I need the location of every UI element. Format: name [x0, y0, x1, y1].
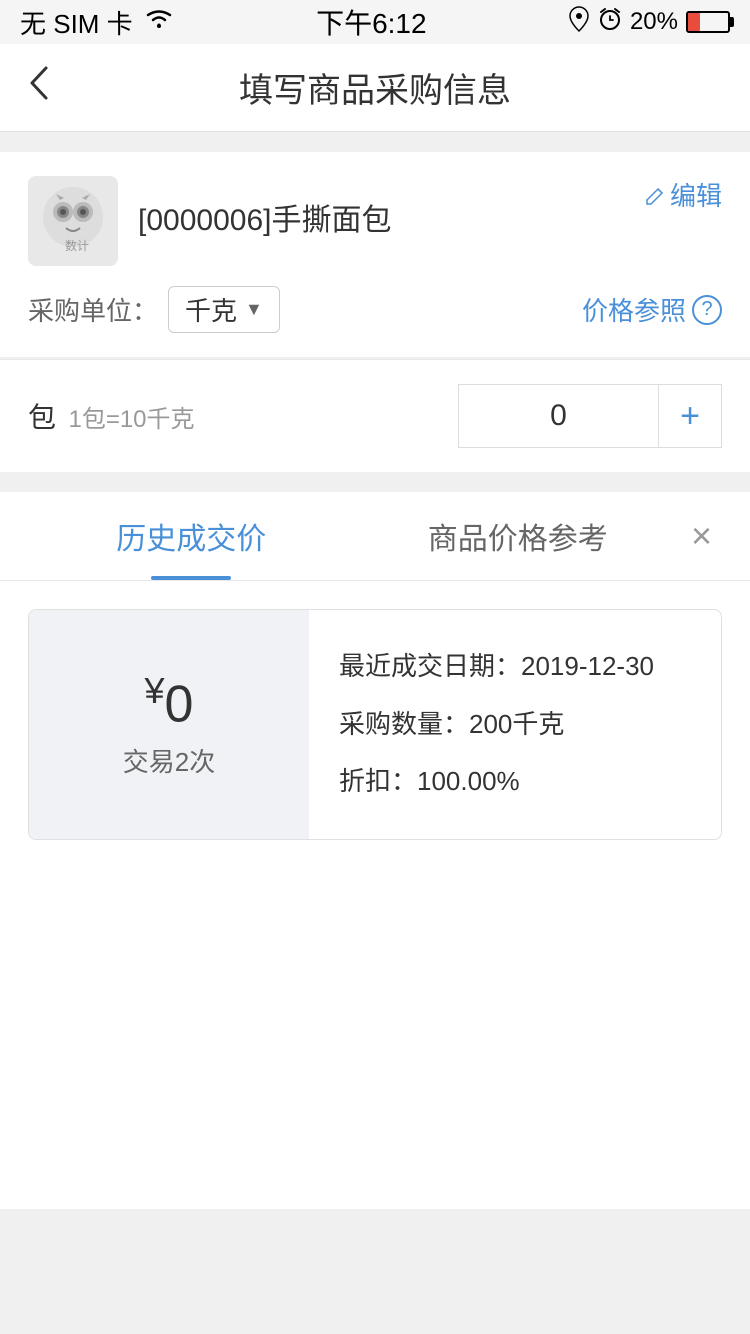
history-discount-row: 折扣：100.00%	[339, 761, 691, 803]
history-date-row: 最近成交日期：2019-12-30	[339, 646, 691, 688]
battery-text: 20%	[630, 8, 678, 36]
history-card: ¥0 交易2次 最近成交日期：2019-12-30 采购数量：200千克 折扣：…	[28, 609, 722, 840]
nav-bar: 填写商品采购信息	[0, 44, 750, 132]
tab-active-indicator	[151, 576, 231, 580]
tabs-section: 历史成交价 商品价格参考 × ¥0 交易2次 最近成交日期：2019-12-30…	[0, 492, 750, 1209]
quantity-input[interactable]	[458, 384, 658, 448]
history-price-left: ¥0 交易2次	[29, 610, 309, 839]
status-bar: 无 SIM 卡 下午6:12 20%	[0, 0, 750, 44]
package-label: 包	[28, 402, 56, 433]
product-thumbnail: 数计	[28, 176, 118, 266]
quantity-controls: +	[458, 384, 722, 448]
price-symbol: ¥	[145, 670, 165, 711]
alarm-icon	[598, 6, 622, 39]
page-title: 填写商品采购信息	[239, 63, 511, 112]
history-details-right: 最近成交日期：2019-12-30 采购数量：200千克 折扣：100.00%	[309, 610, 721, 839]
history-transactions: 交易2次	[123, 742, 215, 779]
history-quantity-row: 采购数量：200千克	[339, 704, 691, 746]
status-time: 下午6:12	[316, 2, 427, 42]
tabs-header: 历史成交价 商品价格参考 ×	[0, 492, 750, 581]
unit-select-arrow: ▼	[245, 299, 263, 320]
package-equality: 1包=10千克	[68, 406, 194, 433]
carrier-text: 无 SIM 卡	[20, 4, 133, 41]
tab-product-price-reference[interactable]: 商品价格参考	[354, 492, 680, 580]
product-section: 数计 [0000006]手撕面包 编辑 采购单位： 千克 ▼ 价格参照 ?	[0, 152, 750, 357]
svg-text:数计: 数计	[65, 238, 89, 252]
price-ref-icon: ?	[692, 295, 722, 325]
history-price-value: ¥0	[145, 670, 194, 734]
unit-selector-group: 采购单位： 千克 ▼	[28, 286, 280, 333]
unit-label: 采购单位：	[28, 291, 158, 328]
product-name: [0000006]手撕面包	[138, 200, 391, 242]
location-icon	[568, 6, 590, 39]
status-left: 无 SIM 卡	[20, 4, 175, 41]
back-button[interactable]	[28, 64, 50, 111]
battery-icon	[686, 11, 730, 33]
wifi-icon	[143, 7, 175, 38]
unit-select[interactable]: 千克 ▼	[168, 286, 280, 333]
quantity-section: 包 1包=10千克 +	[0, 359, 750, 472]
edit-button[interactable]: 编辑	[644, 176, 722, 213]
price-reference-button[interactable]: 价格参照 ?	[582, 291, 722, 328]
quantity-plus-button[interactable]: +	[658, 384, 722, 448]
product-unit-row: 采购单位： 千克 ▼ 价格参照 ?	[28, 286, 722, 333]
status-right: 20%	[568, 6, 730, 39]
product-logo: 数计	[38, 182, 108, 260]
product-left: 数计 [0000006]手撕面包	[28, 176, 391, 266]
tabs-close-button[interactable]: ×	[681, 515, 722, 557]
tab-history-price[interactable]: 历史成交价	[28, 492, 354, 580]
main-content: ¥0 交易2次 最近成交日期：2019-12-30 采购数量：200千克 折扣：…	[0, 609, 750, 1209]
quantity-label-group: 包 1包=10千克	[28, 396, 195, 436]
product-header: 数计 [0000006]手撕面包 编辑	[28, 176, 722, 266]
